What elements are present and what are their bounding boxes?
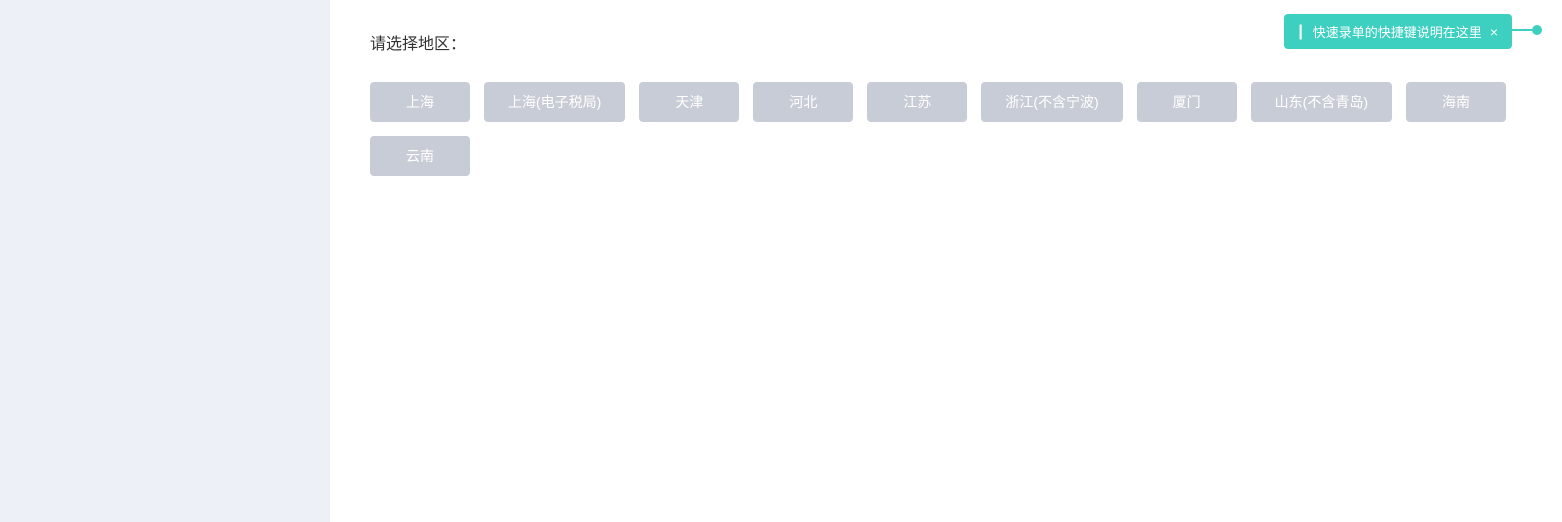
tooltip-dot [1532,25,1542,35]
tooltip-banner: 快速录单的快捷键说明在这里 × [1284,14,1512,49]
left-sidebar [0,0,330,522]
region-buttons: 上海上海(电子税局) 天津河北江苏浙江(不含宁波) 厦门山东(不含青岛) 海南云南 [370,82,1522,176]
region-button-zhejiang[interactable]: 浙江(不含宁波) [981,82,1122,122]
region-button-shanghai-etax[interactable]: 上海(电子税局) [484,82,625,122]
region-button-yunnan[interactable]: 云南 [370,136,470,176]
region-button-shandong[interactable]: 山东(不含青岛) [1251,82,1392,122]
region-button-xiamen[interactable]: 厦门 [1137,82,1237,122]
tooltip-close-button[interactable]: × [1490,25,1498,39]
region-button-shanghai[interactable]: 上海 [370,82,470,122]
region-button-tianjin[interactable]: 天津 [639,82,739,122]
region-button-jiangsu[interactable]: 江苏 [867,82,967,122]
region-button-hainan[interactable]: 海南 [1406,82,1506,122]
tooltip-text: 快速录单的快捷键说明在这里 [1313,22,1482,41]
tooltip-line [1512,29,1532,31]
region-button-hebei[interactable]: 河北 [753,82,853,122]
main-content: 请选择地区： 上海上海(电子税局)天津河北江苏浙江(不含宁波)厦门山东(不含青岛… [330,0,1562,522]
